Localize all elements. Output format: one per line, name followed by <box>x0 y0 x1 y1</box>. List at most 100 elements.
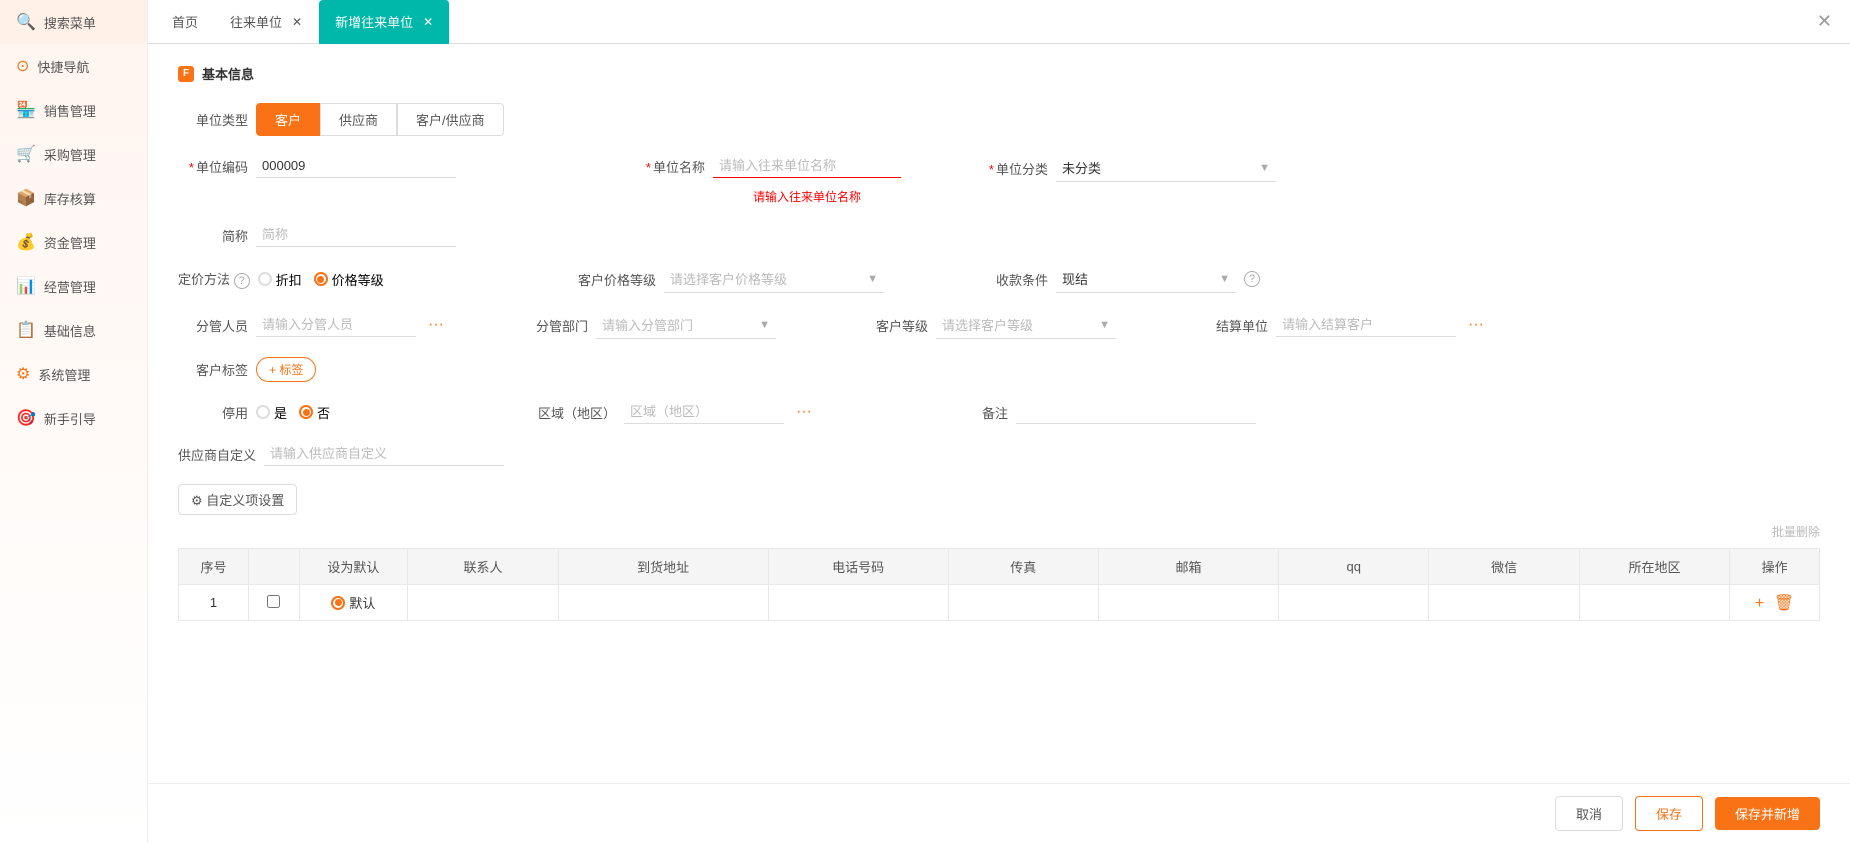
sidebar-item-newbie[interactable]: 🎯 新手引导 <box>0 396 147 440</box>
cell-no: 1 <box>179 585 249 621</box>
disabled-label: 停用 <box>178 403 248 422</box>
sidebar-item-operation[interactable]: 📊 经营管理 <box>0 264 147 308</box>
tab-partners-close[interactable]: ✕ <box>292 15 302 29</box>
region-more[interactable]: ··· <box>792 403 816 421</box>
fax-input[interactable] <box>983 591 1063 614</box>
add-row-btn[interactable]: + <box>1755 595 1764 612</box>
col-email: 邮箱 <box>1098 549 1278 585</box>
short-name-row: 简称 <box>178 223 1820 247</box>
cell-checkbox[interactable] <box>248 585 299 621</box>
settlement-unit-field: 结算单位 ··· <box>1198 313 1558 337</box>
customer-price-level-select[interactable]: 请选择客户价格等级 ▼ <box>664 265 884 293</box>
remarks-input[interactable] <box>1016 400 1256 424</box>
disabled-yes[interactable]: 是 <box>256 403 287 422</box>
row-checkbox[interactable] <box>267 595 280 608</box>
settlement-unit-input[interactable] <box>1276 313 1456 337</box>
department-select[interactable]: 请输入分管部门 ▼ <box>596 311 776 339</box>
address-input[interactable] <box>603 591 723 614</box>
remarks-label: 备注 <box>938 403 1008 422</box>
disabled-no-radio[interactable] <box>299 405 313 419</box>
custom-setting-button[interactable]: ⚙ 自定义项设置 <box>178 484 297 515</box>
sidebar-item-finance[interactable]: 💰 资金管理 <box>0 220 147 264</box>
pricing-level[interactable]: 价格等级 <box>314 270 384 289</box>
tab-bar: 首页 往来单位 ✕ 新增往来单位 ✕ ✕ <box>148 0 1850 44</box>
add-tag-button[interactable]: + 标签 <box>256 357 316 382</box>
system-icon: ⚙ <box>16 364 30 384</box>
disabled-yes-radio[interactable] <box>256 405 270 419</box>
tab-new-partner-close[interactable]: ✕ <box>423 15 433 29</box>
unit-type-both[interactable]: 客户/供应商 <box>397 103 504 136</box>
cell-action[interactable]: + 🗑 <box>1730 585 1820 621</box>
cell-address[interactable] <box>558 585 768 621</box>
unit-category-select[interactable]: 未分类 ▼ <box>1056 154 1276 182</box>
tab-bar-close-all[interactable]: ✕ <box>1807 11 1842 32</box>
contact-table: 序号 设为默认 联系人 到货地址 电话号码 传真 邮箱 qq 微信 所在地区 操… <box>178 548 1820 621</box>
disabled-row: 停用 是 否 区域（地区） ··· 备注 <box>178 400 1820 424</box>
cell-phone[interactable] <box>768 585 948 621</box>
manager-input[interactable] <box>256 313 416 337</box>
customer-tag-row: 客户标签 + 标签 <box>178 357 1820 382</box>
area-input[interactable] <box>1614 591 1694 614</box>
supplier-custom-input[interactable] <box>264 442 504 466</box>
table-row: 1 默认 <box>179 585 1820 621</box>
col-area: 所在地区 <box>1579 549 1729 585</box>
tab-home[interactable]: 首页 <box>156 0 214 44</box>
unit-name-field: *单位名称 请输入往来单位名称 <box>578 154 958 205</box>
level-radio[interactable] <box>314 272 328 286</box>
pricing-help-icon[interactable]: ? <box>234 273 250 289</box>
unit-name-input[interactable] <box>713 154 901 178</box>
sidebar-item-system[interactable]: ⚙ 系统管理 <box>0 352 147 396</box>
contact-input[interactable] <box>443 591 523 614</box>
batch-delete-btn[interactable]: 批量删除 <box>178 523 1820 540</box>
manager-more[interactable]: ··· <box>424 316 448 334</box>
sidebar-item-sales[interactable]: 🏪 销售管理 <box>0 88 147 132</box>
customer-level-select[interactable]: 请选择客户等级 ▼ <box>936 311 1116 339</box>
cancel-button[interactable]: 取消 <box>1555 796 1623 831</box>
payment-terms-help[interactable]: ? <box>1244 271 1260 287</box>
default-radio[interactable] <box>331 596 345 610</box>
email-input[interactable] <box>1139 591 1239 614</box>
customer-price-level-label: 客户价格等级 <box>578 270 656 289</box>
cell-email[interactable] <box>1098 585 1278 621</box>
payment-terms-select[interactable]: 现结 ▼ <box>1056 265 1236 293</box>
unit-name-error: 请输入往来单位名称 <box>753 188 861 205</box>
wechat-input[interactable] <box>1464 591 1544 614</box>
sidebar-item-inventory[interactable]: 📦 库存核算 <box>0 176 147 220</box>
qq-input[interactable] <box>1314 591 1394 614</box>
customer-tag-field: 客户标签 + 标签 <box>178 357 1820 382</box>
sidebar-item-basic[interactable]: 📋 基础信息 <box>0 308 147 352</box>
disabled-no[interactable]: 否 <box>299 403 330 422</box>
sidebar-item-purchase[interactable]: 🛒 采购管理 <box>0 132 147 176</box>
cell-wechat[interactable] <box>1429 585 1579 621</box>
cell-default[interactable]: 默认 <box>299 585 408 621</box>
unit-code-input[interactable] <box>256 154 456 178</box>
save-add-button[interactable]: 保存并新增 <box>1715 797 1820 830</box>
unit-type-supplier[interactable]: 供应商 <box>320 103 397 136</box>
customer-price-level-arrow: ▼ <box>867 273 878 285</box>
sidebar-item-search[interactable]: 🔍 搜索菜单 <box>0 0 147 44</box>
discount-radio[interactable] <box>258 272 272 286</box>
pricing-row: 定价方法 ? 折扣 价格等级 客户价格等级 请选择客户 <box>178 265 1820 293</box>
region-label: 区域（地区） <box>538 403 616 422</box>
settlement-unit-more[interactable]: ··· <box>1464 316 1488 334</box>
region-input[interactable] <box>624 400 784 424</box>
cell-qq[interactable] <box>1279 585 1429 621</box>
payment-terms-arrow: ▼ <box>1219 273 1230 285</box>
tab-partners[interactable]: 往来单位 ✕ <box>214 0 319 44</box>
unit-code-field: *单位编码 <box>178 154 558 178</box>
tab-new-partner[interactable]: 新增往来单位 ✕ <box>319 0 450 44</box>
cell-contact[interactable] <box>408 585 558 621</box>
unit-category-field: *单位分类 未分类 ▼ <box>978 154 1358 182</box>
sidebar-item-quick-nav[interactable]: ⊙ 快捷导航 <box>0 44 147 88</box>
unit-type-customer[interactable]: 客户 <box>256 103 320 136</box>
disabled-radio-group: 是 否 <box>256 403 330 422</box>
short-name-input[interactable] <box>256 223 456 247</box>
pricing-discount[interactable]: 折扣 <box>258 270 302 289</box>
table-section: ⚙ 自定义项设置 批量删除 序号 设为默认 联系人 到货地址 电话号码 传真 邮… <box>178 484 1820 621</box>
phone-input[interactable] <box>808 591 908 614</box>
save-button[interactable]: 保存 <box>1635 796 1703 831</box>
cell-area[interactable] <box>1579 585 1729 621</box>
manager-row: 分管人员 ··· 分管部门 请输入分管部门 ▼ 客户等级 请选择客户等级 ▼ <box>178 311 1820 339</box>
delete-row-btn[interactable]: 🗑 <box>1774 595 1794 612</box>
cell-fax[interactable] <box>948 585 1098 621</box>
